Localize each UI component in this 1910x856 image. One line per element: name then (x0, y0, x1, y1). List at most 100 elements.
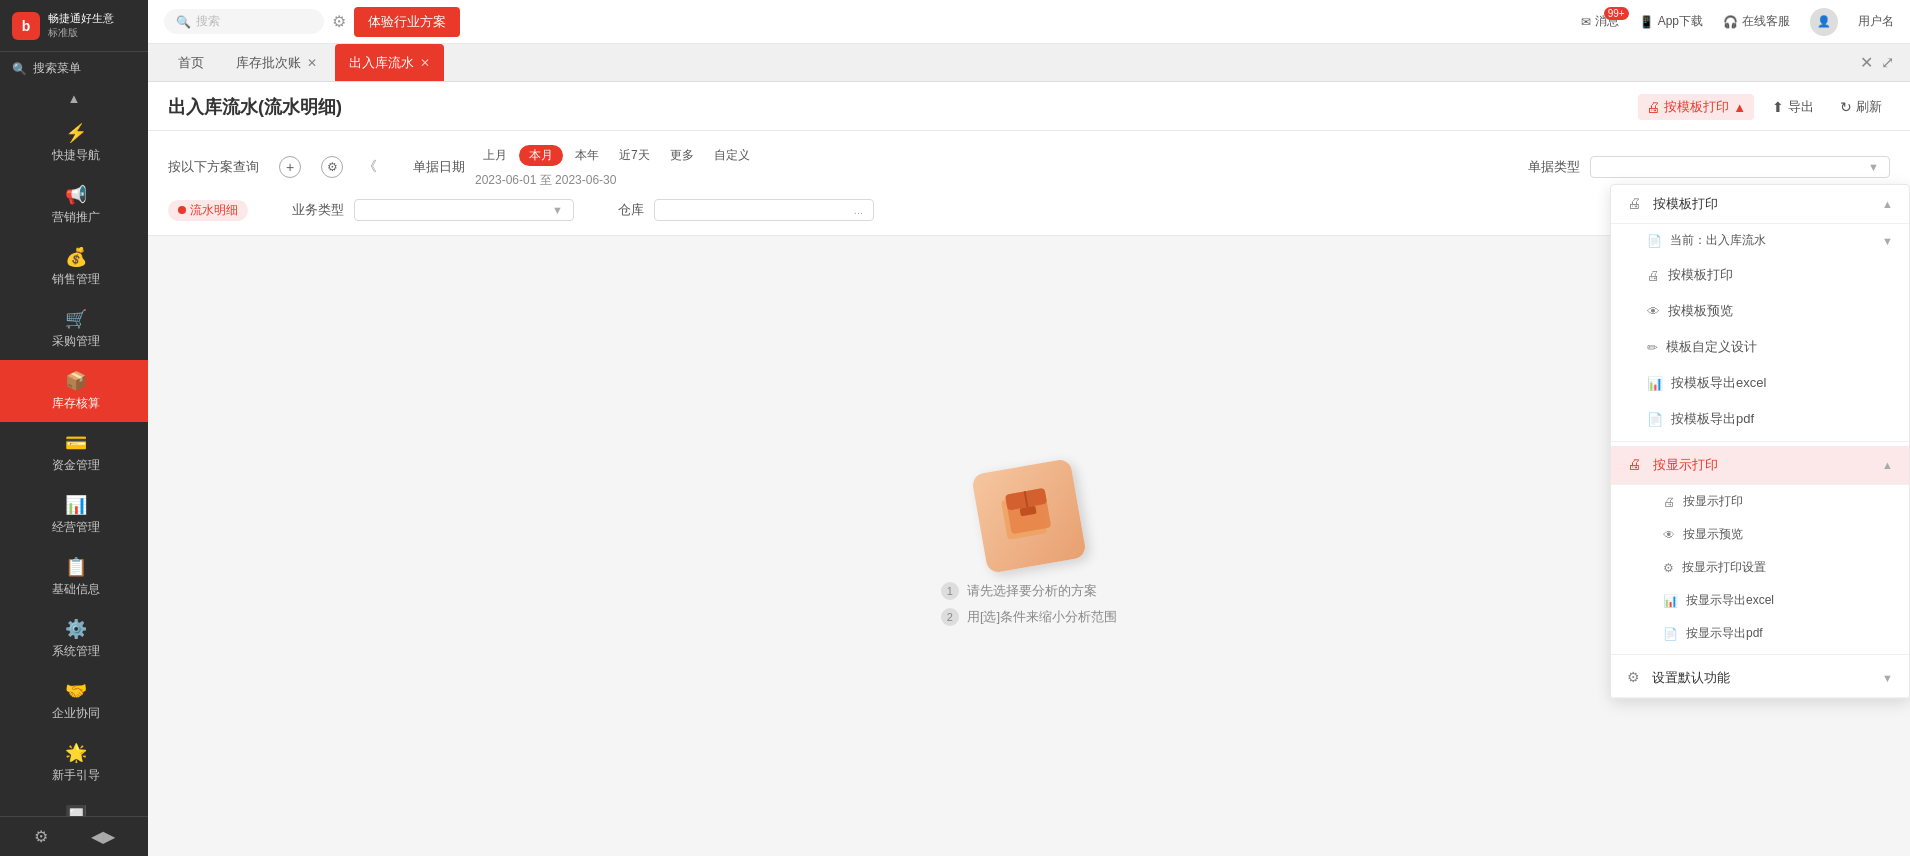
default-settings-item[interactable]: ⚙ 设置默认功能 ▼ (1611, 659, 1909, 698)
default-settings-label: 设置默认功能 (1652, 670, 1730, 685)
date-tabs: 上月 本月 本年 近7天 更多 自定义 (475, 145, 758, 166)
business-type-select[interactable]: ▼ (354, 199, 574, 221)
display-settings-icon: ⚙ (1663, 561, 1674, 575)
refresh-btn[interactable]: ↻ 刷新 (1832, 94, 1890, 120)
display-print-settings-item[interactable]: ⚙ 按显示打印设置 (1611, 551, 1909, 584)
date-tab-custom[interactable]: 自定义 (706, 145, 758, 166)
user-avatar[interactable]: 👤 (1810, 8, 1838, 36)
tab-inventory-batch[interactable]: 库存批次账 ✕ (222, 44, 331, 81)
sidebar-search[interactable]: 🔍 搜索菜单 (0, 52, 148, 85)
topbar-gear-icon[interactable]: ⚙ (332, 12, 346, 31)
date-tab-current-year[interactable]: 本年 (567, 145, 607, 166)
topbar-right: ✉ 消息 99+ 📱 App下载 🎧 在线客服 👤 用户名 (1581, 8, 1894, 36)
basic-info-icon: 📋 (65, 556, 87, 578)
sidebar-item-system[interactable]: ⚙️ 系统管理 (0, 608, 148, 670)
sidebar-item-operations[interactable]: 📊 经营管理 (0, 484, 148, 546)
topbar-message[interactable]: ✉ 消息 99+ (1581, 13, 1619, 30)
template-print-section-header[interactable]: 🖨 按模板打印 ▲ (1611, 185, 1909, 224)
sidebar-item-sales[interactable]: 💰 销售管理 (0, 236, 148, 298)
warehouse-select[interactable]: ... (654, 199, 874, 221)
tab-home[interactable]: 首页 (164, 44, 218, 81)
export-btn[interactable]: ⬆ 导出 (1764, 94, 1822, 120)
settings-bottom-icon[interactable]: ⚙ (34, 827, 48, 846)
filter-collapse-icon[interactable]: 《 (363, 158, 377, 176)
username[interactable]: 用户名 (1858, 13, 1894, 30)
business-type-filter: 业务类型 ▼ (292, 199, 574, 221)
display-print-item[interactable]: 🖨 按显示打印 (1611, 485, 1909, 518)
tab-inventory-batch-close[interactable]: ✕ (307, 56, 317, 70)
date-tab-more[interactable]: 更多 (662, 145, 702, 166)
current-template-label: 当前：出入库流水 (1670, 232, 1766, 249)
filter-settings-btn[interactable]: ⚙ (321, 156, 343, 178)
sidebar-item-purchase[interactable]: 🛒 采购管理 (0, 298, 148, 360)
empty-state: 1 请先选择要分析的方案 2 用[选]条件来缩小分析范围 (941, 466, 1117, 626)
headset-icon: 🎧 (1723, 15, 1738, 29)
sidebar-scroll-up[interactable]: ▲ (0, 85, 148, 112)
close-window-icon[interactable]: ✕ (1860, 53, 1873, 72)
topbar-search[interactable]: 🔍 搜索 (164, 9, 324, 34)
sidebar-item-quick-nav[interactable]: ⚡ 快捷导航 (0, 112, 148, 174)
warehouse-caret: ... (854, 204, 863, 216)
print-template-btn[interactable]: 🖨 按模板打印 ▲ (1638, 94, 1754, 120)
sidebar-item-label: 经营管理 (52, 519, 100, 536)
sidebar-item-label: 销售管理 (52, 271, 100, 288)
refresh-label: 刷新 (1856, 98, 1882, 116)
filter-label: 按以下方案查询 (168, 158, 259, 176)
badge-label: 流水明细 (190, 202, 238, 219)
topbar-app-download[interactable]: 📱 App下载 (1639, 13, 1703, 30)
display-excel-icon: 📊 (1663, 594, 1678, 608)
display-export-pdf-item[interactable]: 📄 按显示导出pdf (1611, 617, 1909, 650)
collapse-sidebar-icon[interactable]: ◀▶ (91, 827, 115, 846)
sidebar-item-inventory[interactable]: 📦 库存核算 (0, 360, 148, 422)
display-preview-item[interactable]: 👁 按显示预览 (1611, 518, 1909, 551)
page-title: 出入库流水(流水明细) (168, 95, 342, 119)
empty-icon (971, 458, 1087, 574)
filter-row-1: 按以下方案查询 + ⚙ 《 单据日期 上月 本月 本年 近7天 更多 自定义 (168, 145, 1890, 189)
sidebar-item-cooperation[interactable]: 🤝 企业协同 (0, 670, 148, 732)
template-export-pdf-item[interactable]: 📄 按模板导出pdf (1611, 401, 1909, 437)
doc-type-caret: ▼ (1868, 161, 1879, 173)
display-pdf-icon: 📄 (1663, 627, 1678, 641)
template-custom-label: 模板自定义设计 (1666, 338, 1757, 356)
empty-tip-1: 1 请先选择要分析的方案 (941, 582, 1117, 600)
industry-btn[interactable]: 体验行业方案 (354, 7, 460, 37)
current-caret: ▼ (1882, 235, 1893, 247)
template-export-excel-item[interactable]: 📊 按模板导出excel (1611, 365, 1909, 401)
tab-in-out-flow[interactable]: 出入库流水 ✕ (335, 44, 444, 81)
template-preview-item[interactable]: 👁 按模板预览 (1611, 293, 1909, 329)
chevron-up-icon: ▲ (1733, 100, 1746, 115)
filter-add-btn[interactable]: + (279, 156, 301, 178)
tabbar: 首页 库存批次账 ✕ 出入库流水 ✕ ✕ ⤢ (148, 44, 1910, 82)
date-tab-current-month[interactable]: 本月 (519, 145, 563, 166)
display-section-caret: ▲ (1882, 459, 1893, 471)
inventory-icon: 📦 (65, 370, 87, 392)
app-name: 畅捷通好生意 (48, 11, 114, 26)
template-custom-item[interactable]: ✏ 模板自定义设计 (1611, 329, 1909, 365)
display-print-label: 按显示打印 (1683, 493, 1743, 510)
sidebar-item-label: 基础信息 (52, 581, 100, 598)
date-filter-group: 单据日期 上月 本月 本年 近7天 更多 自定义 2023-06-01 至 20… (413, 145, 758, 189)
template-print-item[interactable]: 🖨 按模板打印 (1611, 257, 1909, 293)
display-export-excel-item[interactable]: 📊 按显示导出excel (1611, 584, 1909, 617)
date-tab-last-7[interactable]: 近7天 (611, 145, 658, 166)
quick-nav-icon: ⚡ (65, 122, 87, 144)
tab-in-out-flow-close[interactable]: ✕ (420, 56, 430, 70)
preview-icon: 👁 (1647, 304, 1660, 319)
sidebar-item-marketing[interactable]: 📢 营销推广 (0, 174, 148, 236)
sidebar-nav: ▲ ⚡ 快捷导航 📢 营销推广 💰 销售管理 🛒 采购管理 📦 库存核算 💳 资… (0, 85, 148, 816)
tip-text-2: 用[选]条件来缩小分析范围 (967, 608, 1117, 626)
design-icon: ✏ (1647, 340, 1658, 355)
date-label: 单据日期 (413, 158, 465, 176)
display-print-section-header[interactable]: 🖨 按显示打印 ▲ (1611, 446, 1909, 485)
sidebar-item-basic-info[interactable]: 📋 基础信息 (0, 546, 148, 608)
system-icon: ⚙️ (65, 618, 87, 640)
doc-type-select[interactable]: ▼ (1590, 156, 1890, 178)
sidebar-item-app-center[interactable]: 🔲 应用中心 (0, 794, 148, 816)
topbar-service[interactable]: 🎧 在线客服 (1723, 13, 1790, 30)
expand-window-icon[interactable]: ⤢ (1881, 53, 1894, 72)
empty-tips: 1 请先选择要分析的方案 2 用[选]条件来缩小分析范围 (941, 582, 1117, 626)
sidebar-item-finance[interactable]: 💳 资金管理 (0, 422, 148, 484)
marketing-icon: 📢 (65, 184, 87, 206)
date-tab-prev-month[interactable]: 上月 (475, 145, 515, 166)
sidebar-item-beginner[interactable]: 🌟 新手引导 (0, 732, 148, 794)
